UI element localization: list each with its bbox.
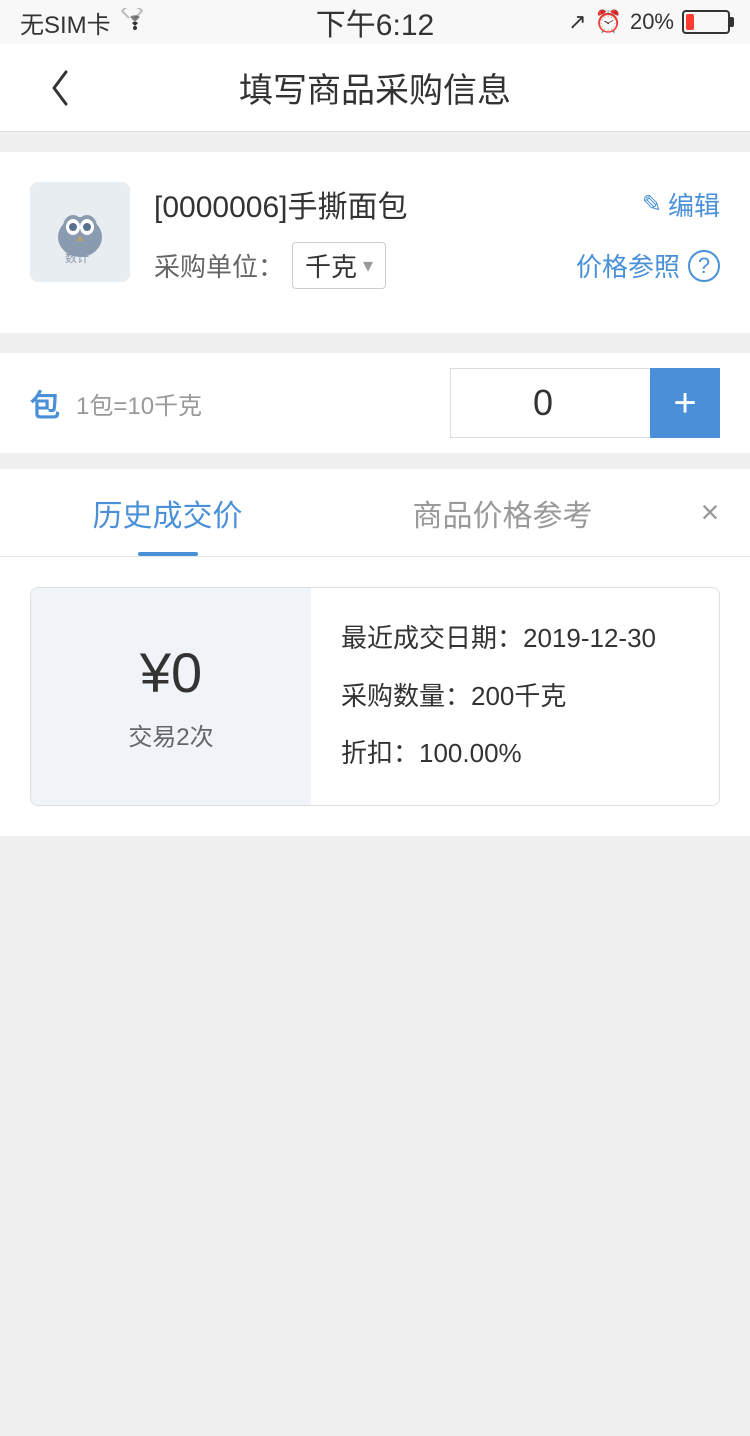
price-card-container: ¥0 交易2次 最近成交日期：2019-12-30 采购数量：200千克 折扣：… xyxy=(0,557,750,836)
qty-value: 200千克 xyxy=(471,681,566,711)
edit-icon: ✎ xyxy=(642,190,662,219)
nav-bar: 填写商品采购信息 xyxy=(0,44,750,132)
product-section: 数计 [0000006]手撕面包 ✎ 编辑 采购单位： 千克 ▾ xyxy=(0,152,750,333)
product-info: [0000006]手撕面包 ✎ 编辑 采购单位： 千克 ▾ 价格参照 ? xyxy=(154,182,720,289)
back-button[interactable] xyxy=(30,58,90,118)
product-unit-row: 采购单位： 千克 ▾ 价格参照 ? xyxy=(154,242,720,289)
price-number: 0 xyxy=(171,641,202,704)
unit-select-button[interactable]: 千克 ▾ xyxy=(292,242,386,289)
package-ratio: 1包=10千克 xyxy=(76,386,202,421)
status-left: 无SIM卡 xyxy=(20,5,149,40)
quantity-label-group: 包 1包=10千克 xyxy=(30,381,202,425)
quantity-input-group: + xyxy=(450,368,720,438)
discount-label: 折扣： xyxy=(341,738,419,768)
recent-date-label: 最近成交日期： xyxy=(341,623,523,653)
purchase-qty-row: 采购数量：200千克 xyxy=(341,676,689,718)
tabs-header: 历史成交价 商品价格参考 × xyxy=(0,469,750,557)
product-header: 数计 [0000006]手撕面包 ✎ 编辑 采购单位： 千克 ▾ xyxy=(30,182,720,289)
alarm-icon: ⏰ xyxy=(595,9,622,35)
page-title: 填写商品采购信息 xyxy=(239,63,511,112)
currency-symbol: ¥ xyxy=(140,641,171,704)
tab-close-button[interactable]: × xyxy=(670,473,750,553)
price-card-right: 最近成交日期：2019-12-30 采购数量：200千克 折扣：100.00% xyxy=(311,588,719,805)
product-name-row: [0000006]手撕面包 ✎ 编辑 xyxy=(154,182,720,226)
package-label: 包 xyxy=(30,381,60,425)
quantity-plus-button[interactable]: + xyxy=(650,368,720,438)
tab-history-price[interactable]: 历史成交价 xyxy=(0,469,335,556)
tab-product-label: 商品价格参考 xyxy=(413,491,593,535)
unit-label: 采购单位： xyxy=(154,247,284,284)
trade-count: 交易2次 xyxy=(128,717,213,752)
price-ref-help-icon: ? xyxy=(688,250,720,282)
status-time: 下午6:12 xyxy=(316,0,434,44)
battery-icon xyxy=(682,10,730,34)
unit-arrow-icon: ▾ xyxy=(363,253,373,278)
edit-label: 编辑 xyxy=(668,186,720,223)
product-name: [0000006]手撕面包 xyxy=(154,182,407,226)
discount-value: 100.00% xyxy=(419,738,522,768)
quantity-section: 包 1包=10千克 + xyxy=(0,353,750,453)
edit-button[interactable]: ✎ 编辑 xyxy=(642,186,720,223)
page-background xyxy=(0,836,750,1436)
qty-label: 采购数量： xyxy=(341,681,471,711)
recent-date-value: 2019-12-30 xyxy=(523,623,656,653)
price-ref-button[interactable]: 价格参照 ? xyxy=(576,247,720,284)
location-icon: ↗ xyxy=(568,9,586,35)
price-card: ¥0 交易2次 最近成交日期：2019-12-30 采购数量：200千克 折扣：… xyxy=(30,587,720,806)
close-icon: × xyxy=(701,494,720,531)
price-ref-label: 价格参照 xyxy=(576,247,680,284)
tab-product-price[interactable]: 商品价格参考 xyxy=(335,469,670,556)
price-value: ¥0 xyxy=(140,640,202,705)
product-thumbnail: 数计 xyxy=(30,182,130,282)
discount-row: 折扣：100.00% xyxy=(341,733,689,775)
signal-text: 无SIM卡 xyxy=(20,5,111,40)
svg-text:数计: 数计 xyxy=(65,250,89,265)
status-right: ↗ ⏰ 20% xyxy=(568,9,730,35)
quantity-input[interactable] xyxy=(450,368,650,438)
wifi-icon xyxy=(121,8,149,37)
recent-date-row: 最近成交日期：2019-12-30 xyxy=(341,618,689,660)
status-bar: 无SIM卡 下午6:12 ↗ ⏰ 20% xyxy=(0,0,750,44)
tab-active-indicator xyxy=(138,552,198,556)
tabs-section: 历史成交价 商品价格参考 × ¥0 交易2次 最近成交日期：2019-12-30 xyxy=(0,469,750,836)
tab-history-label: 历史成交价 xyxy=(93,491,243,535)
battery-pct: 20% xyxy=(630,9,674,35)
unit-value: 千克 xyxy=(305,247,357,284)
price-card-left: ¥0 交易2次 xyxy=(31,588,311,805)
